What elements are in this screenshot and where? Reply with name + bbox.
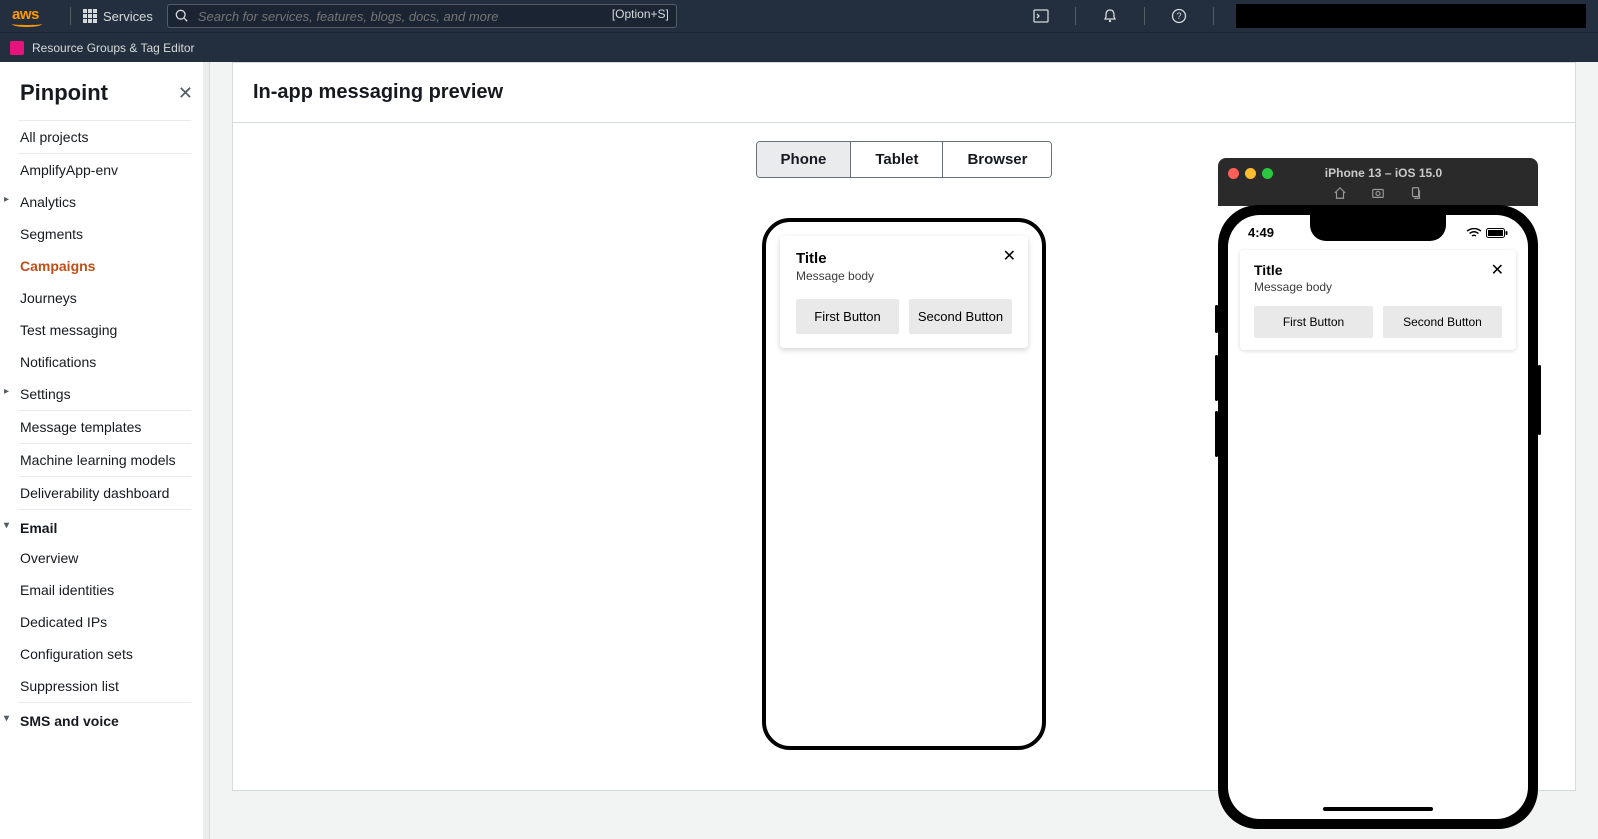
- wifi-icon: [1466, 228, 1482, 238]
- notifications-icon[interactable]: [1088, 8, 1132, 24]
- cloudshell-icon[interactable]: [1019, 8, 1063, 24]
- sidebar-config-sets[interactable]: Configuration sets: [0, 638, 209, 670]
- screenshot-icon[interactable]: [1371, 186, 1385, 200]
- toggle-browser[interactable]: Browser: [943, 142, 1051, 177]
- nav-right: ?: [1019, 4, 1586, 28]
- panel-title: In-app messaging preview: [233, 63, 1575, 123]
- inapp-message-card: ✕ Title Message body First Button Second…: [780, 236, 1028, 348]
- sidebar-email-identities[interactable]: Email identities: [0, 574, 209, 606]
- close-window-icon[interactable]: [1228, 168, 1239, 179]
- service-favorites-bar: Resource Groups & Tag Editor: [0, 32, 1598, 62]
- simulator-titlebar[interactable]: iPhone 13 – iOS 15.0: [1218, 158, 1538, 206]
- close-icon[interactable]: ✕: [178, 83, 193, 104]
- device-toggle: Phone Tablet Browser: [756, 141, 1053, 178]
- first-button[interactable]: First Button: [796, 299, 899, 334]
- sidebar-settings[interactable]: Settings: [0, 378, 209, 410]
- sidebar-analytics[interactable]: Analytics: [0, 186, 209, 218]
- sidebar-journeys[interactable]: Journeys: [0, 282, 209, 314]
- sidebar-dedicated-ips[interactable]: Dedicated IPs: [0, 606, 209, 638]
- aws-logo-text: aws: [12, 6, 39, 23]
- second-button[interactable]: Second Button: [1383, 306, 1502, 338]
- sidebar-deliverability[interactable]: Deliverability dashboard: [0, 477, 209, 509]
- sidebar-test-messaging[interactable]: Test messaging: [0, 314, 209, 346]
- notch: [1310, 215, 1446, 241]
- toggle-phone[interactable]: Phone: [757, 142, 852, 177]
- volume-down-button: [1215, 411, 1218, 457]
- sidebar-email-section[interactable]: Email: [0, 510, 209, 542]
- volume-up-button: [1215, 355, 1218, 401]
- nav-divider: [1075, 7, 1076, 25]
- simulator-title: iPhone 13 – iOS 15.0: [1239, 166, 1528, 180]
- toggle-tablet[interactable]: Tablet: [851, 142, 943, 177]
- sidebar-project-name[interactable]: AmplifyApp-env: [0, 154, 209, 186]
- second-button[interactable]: Second Button: [909, 299, 1012, 334]
- grid-icon: [83, 9, 97, 23]
- sidebar-sms-section[interactable]: SMS and voice: [0, 703, 209, 735]
- aws-logo[interactable]: aws: [12, 6, 42, 27]
- sidebar-email-overview[interactable]: Overview: [0, 542, 209, 574]
- service-title: Pinpoint: [20, 80, 108, 106]
- copy-icon[interactable]: [1409, 186, 1423, 200]
- main-content: In-app messaging preview Phone Tablet Br…: [210, 62, 1598, 839]
- card-title: Title: [796, 250, 1012, 267]
- status-time: 4:49: [1248, 225, 1274, 240]
- nav-divider: [1213, 7, 1214, 25]
- close-icon[interactable]: ✕: [1003, 246, 1016, 266]
- sidebar-message-templates[interactable]: Message templates: [0, 411, 209, 443]
- sidebar-suppression[interactable]: Suppression list: [0, 670, 209, 702]
- card-title: Title: [1254, 262, 1502, 278]
- battery-icon: [1486, 228, 1508, 238]
- search-shortcut: [Option+S]: [612, 7, 669, 21]
- power-button: [1538, 365, 1541, 435]
- close-icon[interactable]: ✕: [1491, 260, 1504, 280]
- sidebar-campaigns[interactable]: Campaigns: [0, 250, 209, 282]
- region-account-redacted[interactable]: [1236, 4, 1586, 28]
- global-nav: aws Services [Option+S] ?: [0, 0, 1598, 32]
- services-menu[interactable]: Services: [83, 9, 153, 24]
- sidebar-all-projects[interactable]: All projects: [0, 121, 209, 153]
- search-icon: [175, 9, 189, 23]
- services-label: Services: [103, 9, 153, 24]
- home-icon[interactable]: [1333, 186, 1347, 200]
- card-body: Message body: [796, 269, 1012, 283]
- inapp-message-card-sim: ✕ Title Message body First Button Second…: [1240, 250, 1516, 350]
- iphone-screen: 4:49 ✕ Title Message body First Button S…: [1228, 215, 1528, 819]
- help-icon[interactable]: ?: [1157, 8, 1201, 24]
- phone-mockup: ✕ Title Message body First Button Second…: [762, 218, 1046, 750]
- nav-divider: [1144, 7, 1145, 25]
- card-body: Message body: [1254, 280, 1502, 294]
- resource-groups-icon: [10, 41, 24, 55]
- nav-divider: [70, 7, 71, 25]
- first-button[interactable]: First Button: [1254, 306, 1373, 338]
- svg-text:?: ?: [1176, 11, 1181, 21]
- search-input[interactable]: [167, 4, 677, 28]
- ios-simulator-window: iPhone 13 – iOS 15.0: [1218, 158, 1538, 829]
- home-indicator[interactable]: [1323, 807, 1433, 811]
- global-search[interactable]: [Option+S]: [167, 4, 677, 28]
- sidebar-segments[interactable]: Segments: [0, 218, 209, 250]
- simulator-toolbar: [1228, 186, 1528, 200]
- sidebar-notifications[interactable]: Notifications: [0, 346, 209, 378]
- sidebar-ml-models[interactable]: Machine learning models: [0, 444, 209, 476]
- mute-switch: [1215, 305, 1218, 333]
- resource-groups-link[interactable]: Resource Groups & Tag Editor: [32, 41, 195, 55]
- iphone-device-frame: 4:49 ✕ Title Message body First Button S…: [1218, 205, 1538, 829]
- sidebar: Pinpoint ✕ All projects AmplifyApp-env A…: [0, 62, 210, 839]
